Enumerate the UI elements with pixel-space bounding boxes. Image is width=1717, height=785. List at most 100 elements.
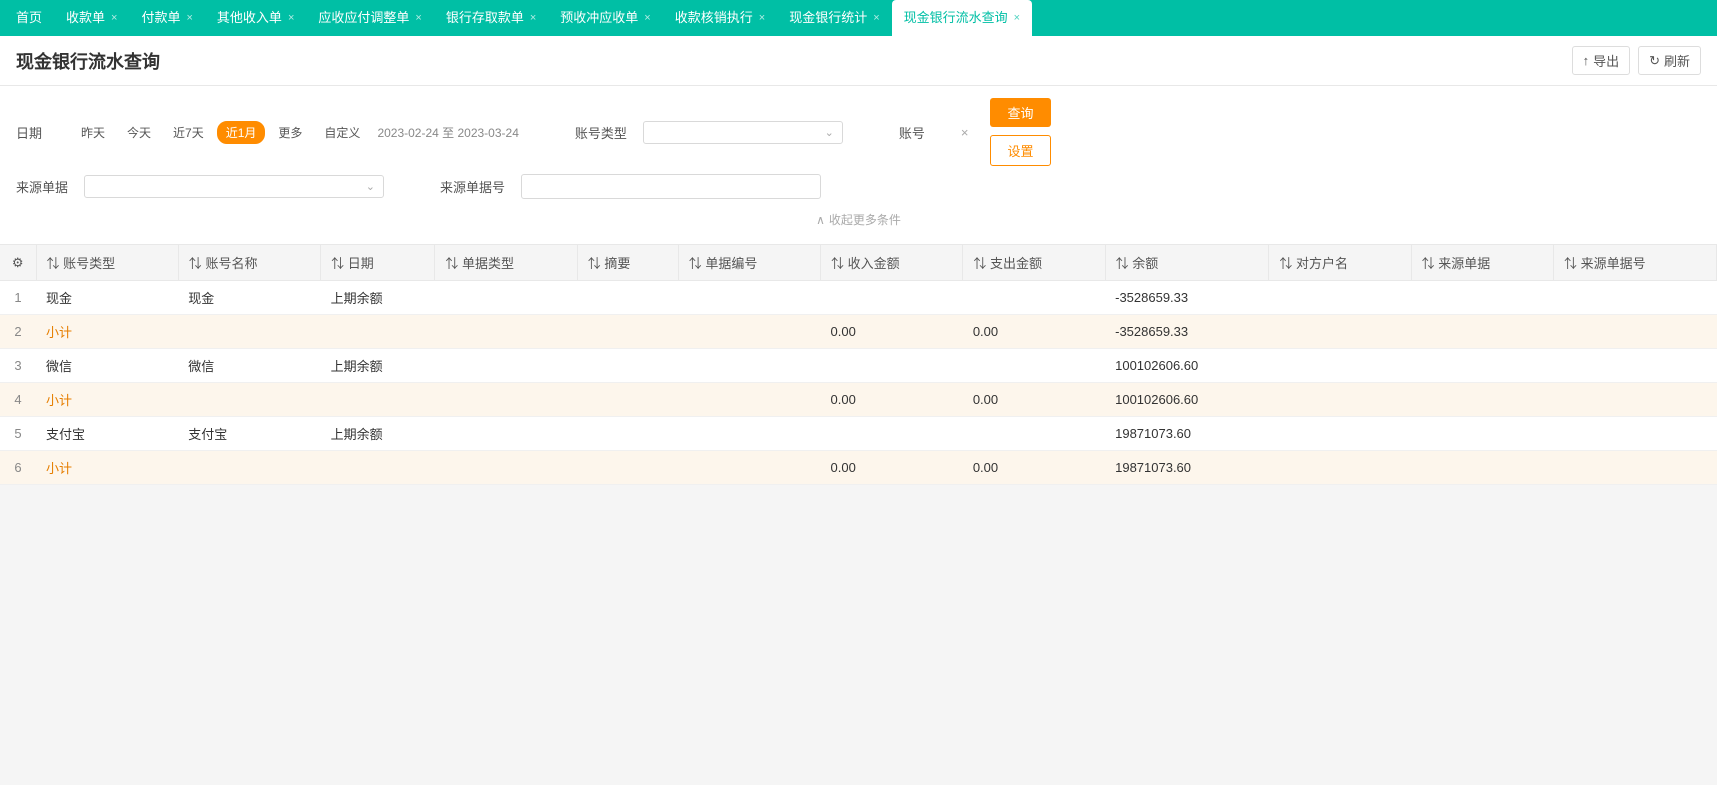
date-today[interactable]: 今天 [118, 121, 160, 144]
date-7days[interactable]: 近7天 [164, 121, 213, 144]
source-doc-select[interactable]: ⌄ [84, 175, 384, 198]
cell-docType [435, 349, 577, 383]
cell-docType [435, 451, 577, 485]
close-tab-6-icon[interactable]: × [759, 0, 765, 36]
filter-row-date: 日期 昨天 今天 近7天 近1月 更多 自定义 2023-02-24 至 202… [16, 98, 1701, 166]
cell-accountName [178, 383, 320, 417]
cell-docType [435, 417, 577, 451]
date-custom[interactable]: 自定义 [315, 121, 369, 144]
close-tab-1-icon[interactable]: × [186, 0, 192, 36]
th-counterparty[interactable]: ⇅ 对方户名 [1269, 245, 1411, 281]
nav-tab-shoukuanhexiao[interactable]: 收款核销执行 × [663, 0, 777, 36]
cell-docNo [678, 281, 820, 315]
cell-balance: 19871073.60 [1105, 451, 1269, 485]
date-shortcuts: 昨天 今天 近7天 近1月 更多 自定义 2023-02-24 至 2023-0… [72, 121, 519, 144]
nav-tab-qitashouru[interactable]: 其他收入单 × [205, 0, 306, 36]
th-date[interactable]: ⇅ 日期 [321, 245, 435, 281]
cell-sourceDoc [1411, 417, 1553, 451]
cell-counterparty [1269, 281, 1411, 315]
th-account-name[interactable]: ⇅ 账号名称 [178, 245, 320, 281]
collapse-button[interactable]: ∧ 收起更多条件 [16, 207, 1701, 232]
sort-icon-summary: ⇅ [588, 256, 601, 271]
data-table: ⚙ ⇅ 账号类型 ⇅ 账号名称 ⇅ 日期 ⇅ 单据类型 [0, 245, 1717, 485]
close-tab-2-icon[interactable]: × [288, 0, 294, 36]
cell-row-num: 2 [0, 315, 36, 349]
account-type-label: 账号类型 [575, 123, 627, 142]
cell-income: 0.00 [821, 315, 963, 349]
cell-income: 0.00 [821, 383, 963, 417]
date-range-display: 2023-02-24 至 2023-03-24 [377, 124, 518, 141]
close-tab-5-icon[interactable]: × [644, 0, 650, 36]
th-doc-no[interactable]: ⇅ 单据编号 [678, 245, 820, 281]
th-summary[interactable]: ⇅ 摘要 [577, 245, 678, 281]
th-expense[interactable]: ⇅ 支出金额 [963, 245, 1105, 281]
cell-sourceDoc [1411, 451, 1553, 485]
cell-income [821, 349, 963, 383]
sort-icon-balance: ⇅ [1116, 256, 1129, 271]
source-doc-num-input[interactable] [521, 174, 821, 199]
source-doc-label: 来源单据 [16, 177, 68, 196]
sort-icon-source-doc: ⇅ [1422, 256, 1435, 271]
close-tab-7-icon[interactable]: × [873, 0, 879, 36]
sort-icon-account-type: ⇅ [47, 256, 60, 271]
cell-counterparty [1269, 417, 1411, 451]
cell-expense: 0.00 [963, 383, 1105, 417]
sort-icon-income: ⇅ [831, 256, 844, 271]
nav-tab-yinhangcunkuan[interactable]: 银行存取款单 × [434, 0, 548, 36]
cell-accountType: 小计 [36, 315, 178, 349]
refresh-button[interactable]: ↻ 刷新 [1638, 46, 1701, 75]
cell-row-num: 4 [0, 383, 36, 417]
th-source-doc-no[interactable]: ⇅ 来源单据号 [1553, 245, 1716, 281]
th-account-type[interactable]: ⇅ 账号类型 [36, 245, 178, 281]
nav-tab-fukuandan[interactable]: 付款单 × [129, 0, 204, 36]
sort-icon-counterparty: ⇅ [1279, 256, 1292, 271]
cell-summary [577, 281, 678, 315]
nav-tab-yingshouyingfu[interactable]: 应收应付调整单 × [306, 0, 433, 36]
cell-date: 上期余额 [321, 417, 435, 451]
export-button[interactable]: ↑ 导出 [1572, 46, 1631, 75]
th-gear[interactable]: ⚙ [0, 245, 36, 281]
nav-home[interactable]: 首页 [4, 0, 54, 36]
cell-sourceDocNo [1553, 451, 1716, 485]
cell-expense [963, 417, 1105, 451]
account-type-select[interactable]: ⌄ [643, 121, 843, 144]
cell-accountType: 支付宝 [36, 417, 178, 451]
date-more[interactable]: 更多 [269, 121, 311, 144]
cell-counterparty [1269, 383, 1411, 417]
nav-tab-shoukuandan[interactable]: 收款单 × [54, 0, 129, 36]
cell-expense: 0.00 [963, 451, 1105, 485]
cell-accountName: 支付宝 [178, 417, 320, 451]
cell-docType [435, 383, 577, 417]
date-1month[interactable]: 近1月 [217, 121, 266, 144]
date-yesterday[interactable]: 昨天 [72, 121, 114, 144]
nav-tab-yushou[interactable]: 预收冲应收单 × [548, 0, 662, 36]
cell-accountName [178, 451, 320, 485]
cell-balance: 19871073.60 [1105, 417, 1269, 451]
export-icon: ↑ [1583, 53, 1590, 68]
cell-accountName: 微信 [178, 349, 320, 383]
close-tab-4-icon[interactable]: × [530, 0, 536, 36]
th-source-doc[interactable]: ⇅ 来源单据 [1411, 245, 1553, 281]
settings-button[interactable]: 设置 [990, 135, 1050, 166]
close-tab-8-icon[interactable]: × [1014, 0, 1020, 36]
cell-balance: -3528659.33 [1105, 315, 1269, 349]
close-tab-0-icon[interactable]: × [111, 0, 117, 36]
th-income[interactable]: ⇅ 收入金额 [821, 245, 963, 281]
close-tab-3-icon[interactable]: × [415, 0, 421, 36]
nav-tab-xianjintongjj[interactable]: 现金银行统计 × [777, 0, 891, 36]
cell-date [321, 383, 435, 417]
th-balance[interactable]: ⇅ 余额 [1105, 245, 1269, 281]
cell-balance: 100102606.60 [1105, 383, 1269, 417]
th-doc-type[interactable]: ⇅ 单据类型 [435, 245, 577, 281]
gear-icon: ⚙ [12, 255, 24, 270]
nav-tab-liushui[interactable]: 现金银行流水查询 × [892, 0, 1032, 36]
cell-sourceDocNo [1553, 417, 1716, 451]
table-row: 5支付宝支付宝上期余额19871073.60 [0, 417, 1717, 451]
cell-row-num: 6 [0, 451, 36, 485]
account-more-icon[interactable]: × [955, 125, 975, 140]
data-table-container: ⚙ ⇅ 账号类型 ⇅ 账号名称 ⇅ 日期 ⇅ 单据类型 [0, 245, 1717, 485]
cell-accountName: 现金 [178, 281, 320, 315]
cell-expense: 0.00 [963, 315, 1105, 349]
cell-income: 0.00 [821, 451, 963, 485]
query-button[interactable]: 查询 [990, 98, 1050, 127]
